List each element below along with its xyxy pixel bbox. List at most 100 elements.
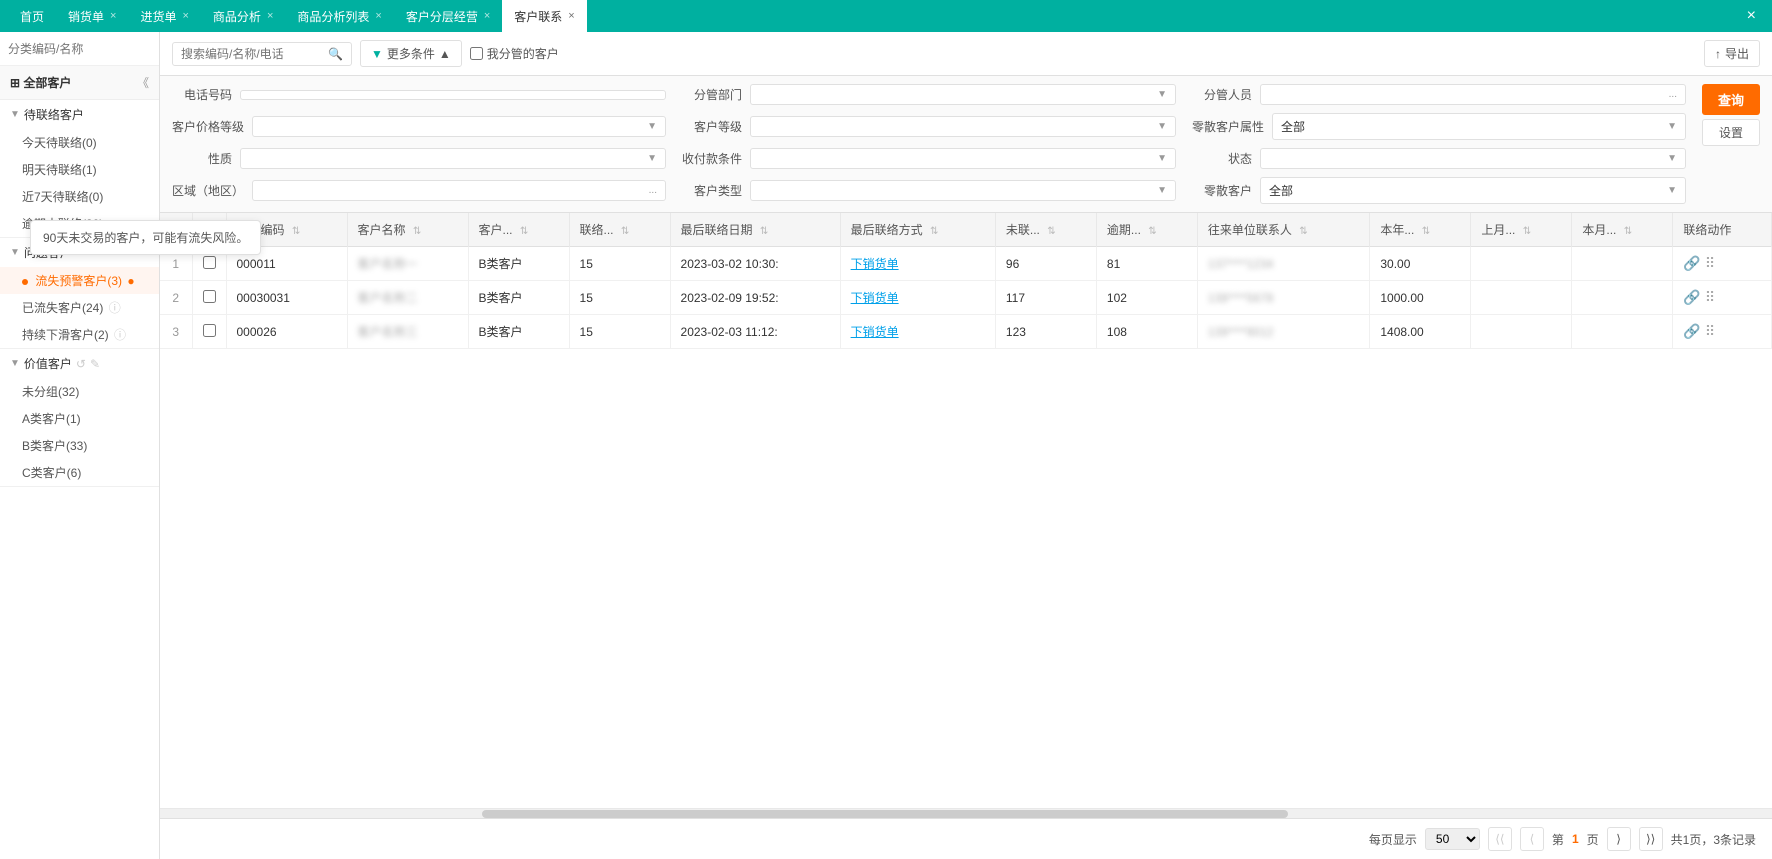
search-input[interactable] [181, 47, 324, 61]
export-button[interactable]: ↑ 导出 [1704, 40, 1760, 67]
filter-input-payment[interactable]: ▼ [750, 148, 1176, 169]
close-sales-tab[interactable]: × [110, 10, 116, 22]
col-last-month[interactable]: 上月... ⇅ [1471, 213, 1572, 247]
sidebar-item-churn-warning[interactable]: 流失预警客户(3) ● [0, 267, 159, 294]
row-last-way-3[interactable]: 下销货单 [840, 315, 995, 349]
filter-input-region[interactable]: ... [252, 180, 666, 201]
tab-customer-layer[interactable]: 客户分层经营 × [394, 0, 502, 32]
col-this-month[interactable]: 本月... ⇅ [1572, 213, 1673, 247]
filter-input-zero-order-prop[interactable]: 全部 ▼ [1272, 113, 1686, 140]
filter-input-price-level[interactable]: ▼ [252, 116, 666, 137]
row-action-link-1[interactable]: 🔗 [1683, 255, 1700, 272]
sidebar-collapse-button[interactable]: 《 [137, 74, 149, 91]
row-name-1: 客户名称一 [347, 247, 468, 281]
filter-row-2: 客户价格等级 ▼ 客户等级 ▼ 零散客户属性 [172, 113, 1686, 140]
col-contact[interactable]: 联络... ⇅ [569, 213, 670, 247]
tab-sales[interactable]: 销货单 × [56, 0, 128, 32]
tab-home[interactable]: 首页 [8, 0, 56, 32]
filter-input-customer-type[interactable]: ▼ [750, 180, 1176, 201]
sidebar-item-class-c[interactable]: C类客户(6) [0, 459, 159, 486]
sidebar-item-ungrouped[interactable]: 未分组(32) [0, 378, 159, 405]
row-actions-3: 🔗 ⠿ [1673, 315, 1772, 349]
sidebar-item-class-a[interactable]: A类客户(1) [0, 405, 159, 432]
filter-input-customer-level[interactable]: ▼ [750, 116, 1176, 137]
last-page-button[interactable]: ⟩⟩ [1639, 827, 1663, 851]
tab-customer-contact[interactable]: 客户联系 × [502, 0, 586, 32]
sidebar-item-today-contact[interactable]: 今天待联络(0) [0, 129, 159, 156]
row-action-link-3[interactable]: 🔗 [1683, 323, 1700, 340]
warning-circle-icon: ● [127, 274, 134, 288]
nav-tabs: 首页 销货单 × 进货单 × 商品分析 × 商品分析列表 × 客户分层经营 × … [8, 0, 1739, 32]
sidebar-item-7days-contact[interactable]: 近7天待联络(0) [0, 183, 159, 210]
row-action-link-2[interactable]: 🔗 [1683, 289, 1700, 306]
my-customers-checkbox-label[interactable]: 我分管的客户 [470, 45, 559, 62]
row-name-3: 客户名称三 [347, 315, 468, 349]
refresh-icon-value[interactable]: ↺ [76, 357, 86, 371]
info-icon-churned: ⓘ [109, 301, 121, 315]
query-button[interactable]: 查询 [1702, 84, 1760, 115]
tab-goods-analysis[interactable]: 商品分析 × [201, 0, 285, 32]
filter-input-nature[interactable]: ▼ [240, 148, 666, 169]
filter-input-status[interactable]: ▼ [1260, 148, 1686, 169]
tab-goods-analysis-list[interactable]: 商品分析列表 × [285, 0, 393, 32]
sidebar-group-value-customers-title[interactable]: ▼ 价值客户 ↺ ✎ [0, 349, 159, 378]
row-last-month-2 [1471, 281, 1572, 315]
more-conditions-button[interactable]: ▼ 更多条件 ▲ [360, 40, 462, 67]
col-overdue[interactable]: 逾期... ⇅ [1096, 213, 1197, 247]
sidebar-item-tomorrow-contact[interactable]: 明天待联络(1) [0, 156, 159, 183]
row-last-way-1[interactable]: 下销货单 [840, 247, 995, 281]
my-customers-checkbox[interactable] [470, 47, 483, 60]
close-goods-analysis-tab[interactable]: × [267, 10, 273, 22]
page-label: 第 [1552, 831, 1564, 848]
first-page-button[interactable]: ⟨⟨ [1488, 827, 1512, 851]
row-action-menu-1[interactable]: ⠿ [1705, 255, 1715, 272]
filter-input-phone[interactable] [240, 90, 666, 100]
close-window-button[interactable]: × [1739, 7, 1764, 25]
filter-field-dept: 分管部门 ▼ [682, 84, 1176, 105]
row-select-2[interactable] [203, 290, 216, 303]
horizontal-scrollbar-thumb[interactable] [482, 810, 1288, 818]
row-contact-1: 15 [569, 247, 670, 281]
col-name[interactable]: 客户名称 ⇅ [347, 213, 468, 247]
table-row: 3 000026 客户名称三 B类客户 15 2023-02-03 11:12:… [160, 315, 1772, 349]
row-last-way-2[interactable]: 下销货单 [840, 281, 995, 315]
sidebar-group-pending-contact-title[interactable]: ▼ 待联络客户 [0, 100, 159, 129]
tab-purchase[interactable]: 进货单 × [128, 0, 200, 32]
horizontal-scrollbar[interactable] [160, 808, 1772, 818]
edit-icon-value[interactable]: ✎ [90, 357, 100, 371]
close-purchase-tab[interactable]: × [182, 10, 188, 22]
sidebar-item-class-b[interactable]: B类客户(33) [0, 432, 159, 459]
manager-more-icon: ... [1669, 89, 1677, 100]
col-last-contact-date[interactable]: 最后联络日期 ⇅ [670, 213, 840, 247]
close-goods-analysis-list-tab[interactable]: × [375, 10, 381, 22]
prev-page-button[interactable]: ⟨ [1520, 827, 1544, 851]
sidebar-item-declining[interactable]: 持续下滑客户(2) ⓘ [0, 321, 159, 348]
row-action-menu-3[interactable]: ⠿ [1705, 323, 1715, 340]
filter-input-zero-order[interactable]: 全部 ▼ [1260, 177, 1686, 204]
page-unit: 页 [1587, 831, 1599, 848]
filter-input-manager[interactable]: ... [1260, 84, 1686, 105]
row-select-1[interactable] [203, 256, 216, 269]
close-customer-contact-tab[interactable]: × [568, 10, 574, 22]
sidebar-item-churned[interactable]: 已流失客户(24) ⓘ [0, 294, 159, 321]
col-uncontacted[interactable]: 未联... ⇅ [995, 213, 1096, 247]
col-this-year[interactable]: 本年... ⇅ [1370, 213, 1471, 247]
close-customer-layer-tab[interactable]: × [484, 10, 490, 22]
filter-input-dept[interactable]: ▼ [750, 84, 1176, 105]
row-code-3: 000026 [226, 315, 347, 349]
per-page-select[interactable]: 50 20 100 [1425, 828, 1480, 850]
row-overdue-1: 81 [1096, 247, 1197, 281]
col-last-contact-way[interactable]: 最后联络方式 ⇅ [840, 213, 995, 247]
filter-bar: 🔍 ▼ 更多条件 ▲ 我分管的客户 ↑ 导出 [160, 32, 1772, 76]
col-unit-contact[interactable]: 往来单位联系人 ⇅ [1197, 213, 1369, 247]
sidebar-search-area: 🔍 [0, 32, 159, 66]
next-page-button[interactable]: ⟩ [1607, 827, 1631, 851]
settings-button[interactable]: 设置 [1702, 119, 1760, 146]
search-submit-icon[interactable]: 🔍 [328, 47, 343, 61]
filter-field-manager: 分管人员 ... [1192, 84, 1686, 105]
row-action-menu-2[interactable]: ⠿ [1705, 289, 1715, 306]
col-type[interactable]: 客户... ⇅ [468, 213, 569, 247]
row-select-3[interactable] [203, 324, 216, 337]
sidebar-search-input[interactable] [8, 42, 160, 56]
customer-table: ⚙ 客户编码 ⇅ 客户名称 ⇅ 客户... ⇅ 联络... ⇅ 最后联络日期 ⇅… [160, 213, 1772, 349]
